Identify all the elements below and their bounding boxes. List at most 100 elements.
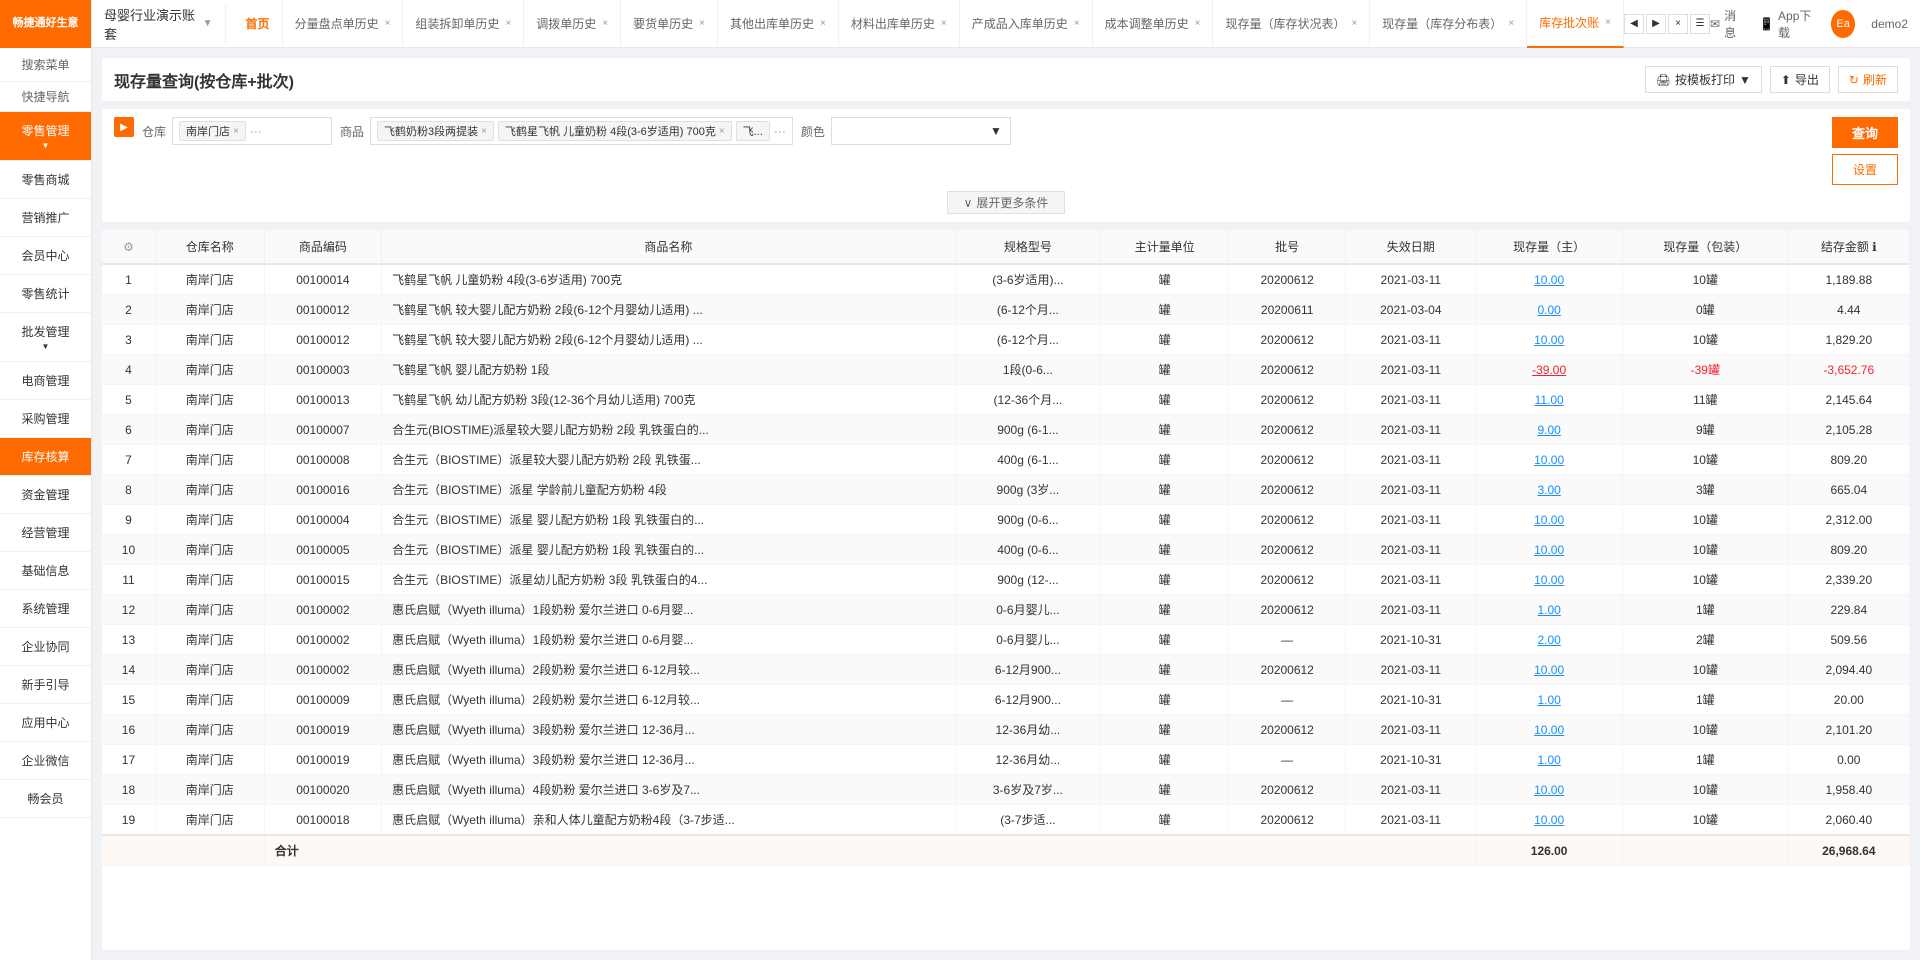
cell-qty-main[interactable]: 1.00 bbox=[1476, 745, 1623, 775]
remove-product-tag-2[interactable]: × bbox=[719, 126, 725, 137]
tab-stockcount[interactable]: 分量盘点单历史 × bbox=[283, 0, 404, 48]
color-dropdown[interactable]: ▼ bbox=[831, 117, 1011, 145]
export-button[interactable]: ⬆ 导出 bbox=[1770, 66, 1830, 93]
sidebar-item-purchase[interactable]: 采购管理 bbox=[0, 400, 91, 438]
cell-warehouse: 南岸门店 bbox=[155, 385, 264, 415]
cell-qty-main[interactable]: 10.00 bbox=[1476, 775, 1623, 805]
product-tag-group[interactable]: 飞鹤奶粉3段两提装 × 飞鹤星飞帆 儿童奶粉 4段(3-6岁适用) 700克 ×… bbox=[370, 117, 793, 145]
th-settings[interactable]: ⚙ bbox=[102, 230, 155, 264]
message-link[interactable]: ✉ 消息 bbox=[1710, 7, 1743, 41]
cell-qty-main[interactable]: 10.00 bbox=[1476, 805, 1623, 836]
cell-amount: 2,312.00 bbox=[1788, 505, 1909, 535]
refresh-icon: ↻ bbox=[1849, 73, 1859, 87]
close-icon[interactable]: × bbox=[820, 18, 826, 29]
tab-stockbatch[interactable]: 库存批次账 × bbox=[1527, 0, 1624, 48]
tab-home[interactable]: 首页 bbox=[234, 0, 283, 48]
tab-otherout[interactable]: 其他出库单历史 × bbox=[718, 0, 839, 48]
sidebar-item-search[interactable]: 搜索菜单 bbox=[0, 48, 91, 82]
query-button[interactable]: 查询 bbox=[1832, 117, 1898, 148]
sidebar-item-inventory[interactable]: 库存核算 bbox=[0, 438, 91, 476]
username-label[interactable]: demo2 bbox=[1871, 17, 1908, 31]
warehouse-tag-group[interactable]: 南岸门店 × ··· bbox=[172, 117, 332, 145]
cell-qty-main[interactable]: 10.00 bbox=[1476, 445, 1623, 475]
sidebar-item-member[interactable]: 会员中心 bbox=[0, 237, 91, 275]
tab-materialout[interactable]: 材料出库单历史 × bbox=[839, 0, 960, 48]
cell-qty-main[interactable]: 10.00 bbox=[1476, 264, 1623, 295]
cell-unit: 罐 bbox=[1101, 264, 1229, 295]
cell-name: 飞鹤星飞帆 较大婴儿配方奶粉 2段(6-12个月婴幼儿适用) ... bbox=[382, 325, 956, 355]
close-icon[interactable]: × bbox=[505, 18, 511, 29]
close-icon[interactable]: × bbox=[1195, 18, 1201, 29]
close-icon[interactable]: × bbox=[699, 18, 705, 29]
sidebar-item-finance[interactable]: 资金管理 bbox=[0, 476, 91, 514]
expand-more-button[interactable]: ∨ 展开更多条件 bbox=[947, 191, 1066, 214]
sidebar-item-system[interactable]: 系统管理 bbox=[0, 590, 91, 628]
sidebar-item-retail[interactable]: 零售管理 ▼ bbox=[0, 112, 91, 161]
tab-prev-button[interactable]: ◀ bbox=[1624, 14, 1644, 34]
sidebar-item-enterprise[interactable]: 企业协同 bbox=[0, 628, 91, 666]
tab-productin[interactable]: 产成品入库单历史 × bbox=[960, 0, 1093, 48]
close-icon[interactable]: × bbox=[941, 18, 947, 29]
cell-spec: (6-12个月... bbox=[955, 295, 1101, 325]
tab-menu-button[interactable]: ☰ bbox=[1690, 14, 1710, 34]
cell-qty-main[interactable]: 10.00 bbox=[1476, 325, 1623, 355]
cell-qty-main[interactable]: 3.00 bbox=[1476, 475, 1623, 505]
cell-qty-main[interactable]: 11.00 bbox=[1476, 385, 1623, 415]
settings-button[interactable]: 设置 bbox=[1832, 154, 1898, 185]
cell-qty-main[interactable]: -39.00 bbox=[1476, 355, 1623, 385]
cell-qty-main[interactable]: 0.00 bbox=[1476, 295, 1623, 325]
tab-next-button[interactable]: ▶ bbox=[1646, 14, 1666, 34]
app-download-link[interactable]: 📱 App下载 bbox=[1759, 7, 1815, 41]
cell-qty-main[interactable]: 10.00 bbox=[1476, 655, 1623, 685]
cell-no: 7 bbox=[102, 445, 155, 475]
cell-code: 00100018 bbox=[264, 805, 381, 836]
cell-code: 00100015 bbox=[264, 565, 381, 595]
sidebar-item-guide[interactable]: 新手引导 bbox=[0, 666, 91, 704]
tab-stockstatus[interactable]: 现存量（库存状况表） × bbox=[1213, 0, 1370, 48]
sidebar-item-wechat[interactable]: 企业微信 bbox=[0, 742, 91, 780]
sidebar-item-wholesale[interactable]: 批发管理 ▼ bbox=[0, 313, 91, 362]
sidebar-item-retail-mall[interactable]: 零售商城 bbox=[0, 161, 91, 199]
refresh-button[interactable]: ↻ 刷新 bbox=[1838, 66, 1898, 93]
tab-assembly[interactable]: 组装拆卸单历史 × bbox=[403, 0, 524, 48]
sidebar-item-operations[interactable]: 经营管理 bbox=[0, 514, 91, 552]
remove-product-tag-1[interactable]: × bbox=[481, 126, 487, 137]
tab-order[interactable]: 要货单历史 × bbox=[621, 0, 718, 48]
print-button[interactable]: 🖨 按模板打印 ▼ bbox=[1645, 66, 1762, 93]
close-icon[interactable]: × bbox=[385, 18, 391, 29]
close-icon[interactable]: × bbox=[1351, 18, 1357, 29]
sidebar-item-appcenter[interactable]: 应用中心 bbox=[0, 704, 91, 742]
close-icon[interactable]: × bbox=[1605, 17, 1611, 28]
sidebar-item-basics[interactable]: 基础信息 bbox=[0, 552, 91, 590]
sidebar-item-ecommerce[interactable]: 电商管理 bbox=[0, 362, 91, 400]
cell-qty-main[interactable]: 10.00 bbox=[1476, 715, 1623, 745]
remove-warehouse-tag[interactable]: × bbox=[233, 126, 239, 137]
tab-transfer[interactable]: 调拨单历史 × bbox=[524, 0, 621, 48]
cell-qty-main[interactable]: 1.00 bbox=[1476, 595, 1623, 625]
cell-qty-main[interactable]: 9.00 bbox=[1476, 415, 1623, 445]
filter-expand-button[interactable]: ▶ bbox=[114, 117, 134, 137]
settings-icon[interactable]: ⚙ bbox=[123, 240, 134, 254]
cell-qty-main[interactable]: 10.00 bbox=[1476, 565, 1623, 595]
account-dropdown[interactable]: 母婴行业演示账套 ▼ bbox=[104, 5, 226, 43]
sidebar-item-vip[interactable]: 畅会员 bbox=[0, 780, 91, 818]
cell-qty-main[interactable]: 10.00 bbox=[1476, 505, 1623, 535]
close-icon[interactable]: × bbox=[1508, 18, 1514, 29]
more-product-dots[interactable]: ··· bbox=[774, 124, 786, 138]
tab-stockdist[interactable]: 现存量（库存分布表） × bbox=[1370, 0, 1527, 48]
sidebar-item-quicknav[interactable]: 快捷导航 bbox=[0, 82, 91, 112]
close-icon[interactable]: × bbox=[1074, 18, 1080, 29]
cell-qty-main[interactable]: 10.00 bbox=[1476, 535, 1623, 565]
product-tag-more: 飞... bbox=[736, 121, 770, 141]
sidebar-item-marketing[interactable]: 营销推广 bbox=[0, 199, 91, 237]
tab-close-button[interactable]: × bbox=[1668, 14, 1688, 34]
cell-qty-main[interactable]: 1.00 bbox=[1476, 685, 1623, 715]
user-avatar[interactable]: Ea bbox=[1831, 10, 1855, 38]
more-filter-dots[interactable]: ··· bbox=[250, 124, 262, 138]
cell-qty-main[interactable]: 2.00 bbox=[1476, 625, 1623, 655]
sidebar-item-retail-stats[interactable]: 零售统计 bbox=[0, 275, 91, 313]
close-icon[interactable]: × bbox=[602, 18, 608, 29]
cell-qty-pkg: 3罐 bbox=[1622, 475, 1788, 505]
cell-unit: 罐 bbox=[1101, 655, 1229, 685]
tab-costadjust[interactable]: 成本调整单历史 × bbox=[1093, 0, 1214, 48]
